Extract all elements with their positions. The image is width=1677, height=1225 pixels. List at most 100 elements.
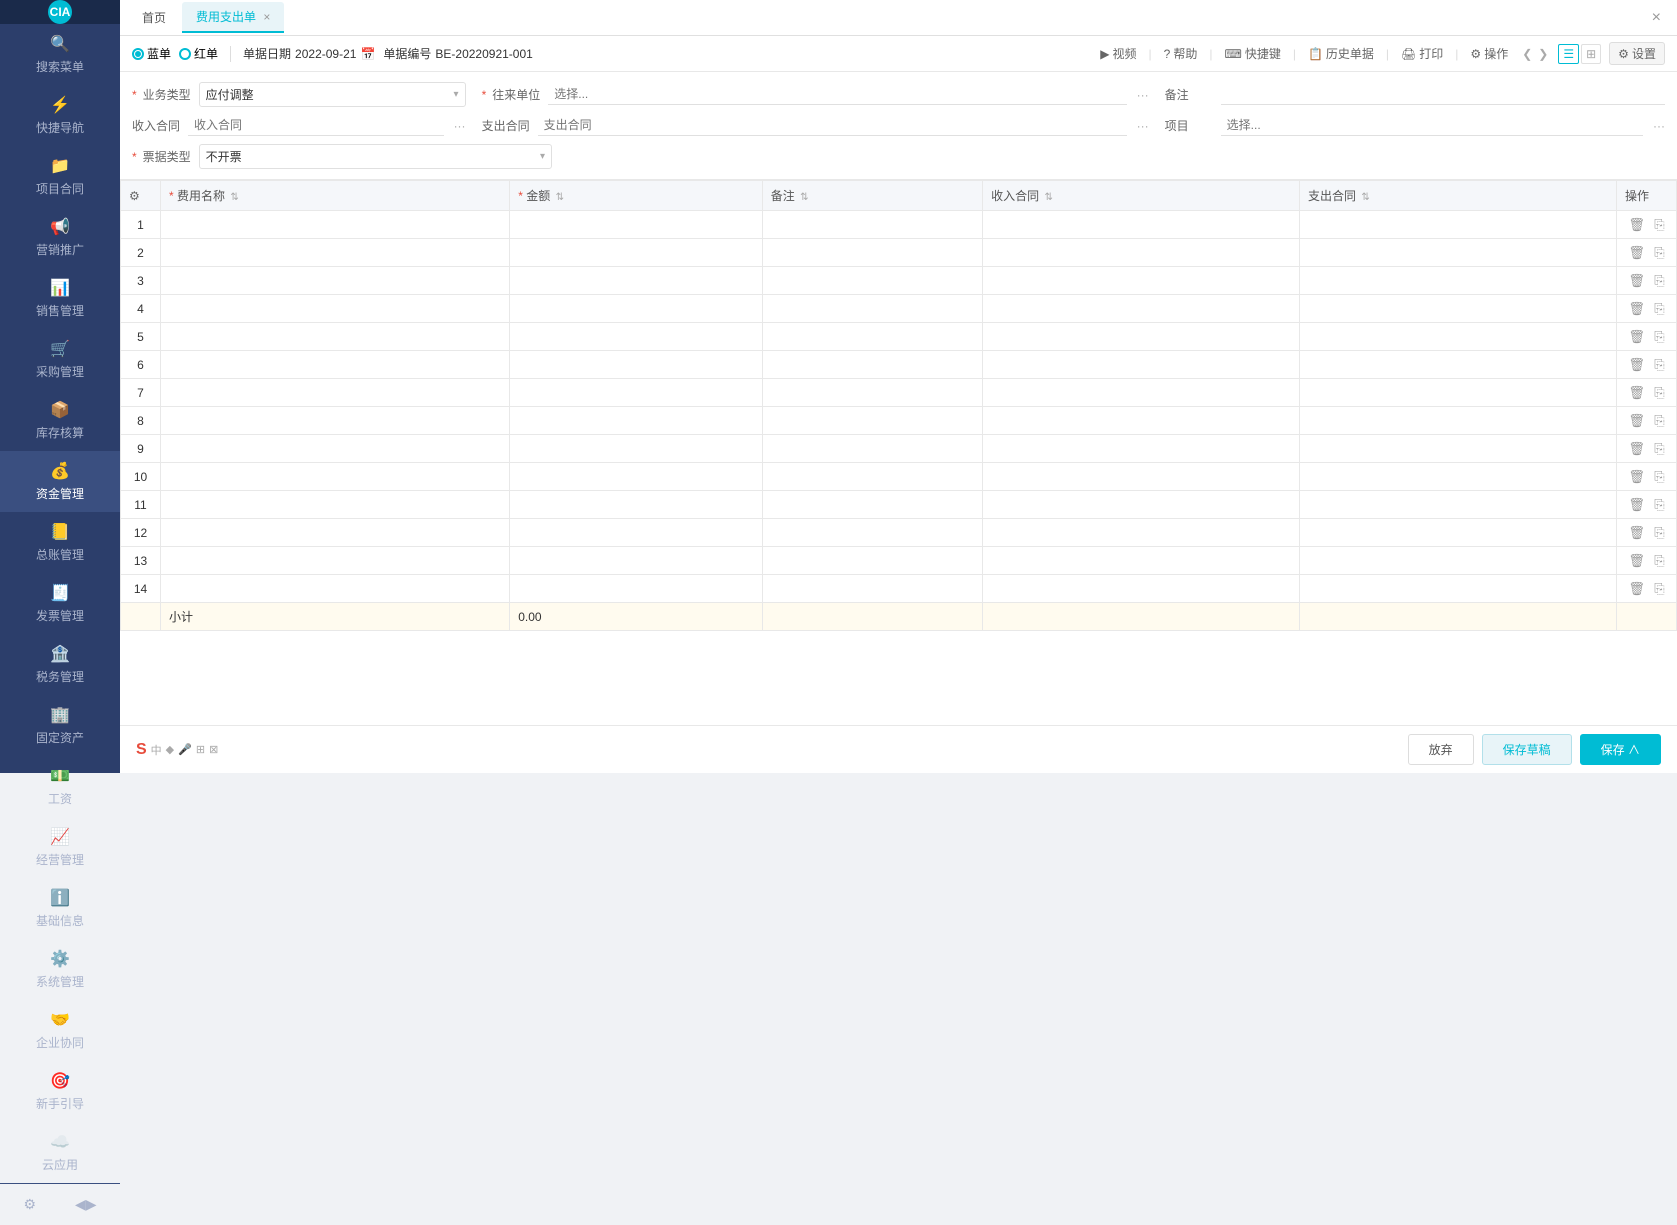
calendar-icon[interactable]: 📅 [360, 47, 375, 61]
cell-amount[interactable] [510, 323, 763, 351]
delete-row-button[interactable]: 🗑 [1628, 329, 1645, 344]
copy-row-button[interactable]: ⎘ [1654, 385, 1664, 400]
cell-amount[interactable] [510, 295, 763, 323]
nav-prev-button[interactable]: ❮ [1520, 45, 1534, 63]
history-button[interactable]: 📋 历史单据 [1304, 43, 1378, 64]
cell-amount[interactable] [510, 575, 763, 603]
cell-income-contract[interactable] [983, 435, 1300, 463]
sort-amount-icon[interactable]: ⇅ [556, 192, 564, 203]
cell-income-contract[interactable] [983, 491, 1300, 519]
sidebar-item-base[interactable]: ℹ️ 基础信息 [0, 878, 120, 939]
cell-remark[interactable] [762, 295, 982, 323]
save-draft-button[interactable]: 保存草稿 [1482, 734, 1572, 765]
shortcut-button[interactable]: ⌨ 快捷键 [1220, 43, 1284, 64]
cell-remark[interactable] [762, 463, 982, 491]
delete-row-button[interactable]: 🗑 [1628, 581, 1645, 596]
cell-name[interactable] [161, 547, 510, 575]
cell-remark[interactable] [762, 351, 982, 379]
notes-input[interactable] [1221, 84, 1665, 105]
cell-income-contract[interactable] [983, 519, 1300, 547]
sidebar-item-inventory[interactable]: 📦 库存核算 [0, 390, 120, 451]
sidebar-item-sales[interactable]: 📊 销售管理 [0, 268, 120, 329]
partner-input[interactable] [548, 84, 1126, 105]
cell-name[interactable] [161, 267, 510, 295]
cell-name[interactable] [161, 379, 510, 407]
save-button[interactable]: 保存 ∧ [1580, 734, 1661, 765]
sort-name-icon[interactable]: ⇅ [230, 192, 238, 203]
delete-row-button[interactable]: 🗑 [1628, 441, 1645, 456]
cell-name[interactable] [161, 463, 510, 491]
nav-next-button[interactable]: ❯ [1536, 45, 1550, 63]
cell-income-contract[interactable] [983, 211, 1300, 239]
cell-amount[interactable] [510, 351, 763, 379]
project-more-icon[interactable]: ··· [1653, 119, 1665, 133]
sidebar-item-funds[interactable]: 💰 资金管理 [0, 451, 120, 512]
cell-name[interactable] [161, 323, 510, 351]
cell-remark[interactable] [762, 267, 982, 295]
sort-expense-icon[interactable]: ⇅ [1361, 192, 1369, 203]
tab-expense[interactable]: 费用支出单 × [182, 2, 284, 33]
copy-row-button[interactable]: ⎘ [1654, 441, 1664, 456]
print-button[interactable]: 🖨 打印 [1397, 43, 1447, 64]
sidebar-item-enterprise[interactable]: 🤝 企业协同 [0, 1000, 120, 1061]
cell-expense-contract[interactable] [1300, 211, 1617, 239]
cell-expense-contract[interactable] [1300, 351, 1617, 379]
ops-button[interactable]: ⚙ 操作 [1466, 43, 1512, 64]
cell-amount[interactable] [510, 491, 763, 519]
sound-bottom-icon[interactable]: ◀▶ [71, 1192, 101, 1217]
cell-expense-contract[interactable] [1300, 547, 1617, 575]
cell-amount[interactable] [510, 519, 763, 547]
cell-remark[interactable] [762, 491, 982, 519]
cell-income-contract[interactable] [983, 351, 1300, 379]
cell-expense-contract[interactable] [1300, 323, 1617, 351]
cell-remark[interactable] [762, 239, 982, 267]
video-button[interactable]: ▶ 视频 [1096, 43, 1140, 64]
cell-name[interactable] [161, 575, 510, 603]
delete-row-button[interactable]: 🗑 [1628, 273, 1645, 288]
income-contract-input[interactable] [188, 115, 444, 136]
cell-expense-contract[interactable] [1300, 267, 1617, 295]
copy-row-button[interactable]: ⎘ [1654, 301, 1664, 316]
cell-amount[interactable] [510, 463, 763, 491]
cell-expense-contract[interactable] [1300, 463, 1617, 491]
cell-remark[interactable] [762, 519, 982, 547]
copy-row-button[interactable]: ⎘ [1654, 553, 1664, 568]
copy-row-button[interactable]: ⎘ [1654, 581, 1664, 596]
cell-name[interactable] [161, 295, 510, 323]
cell-income-contract[interactable] [983, 575, 1300, 603]
sidebar-item-project[interactable]: 📁 项目合同 [0, 146, 120, 207]
cell-amount[interactable] [510, 239, 763, 267]
sidebar-item-marketing[interactable]: 📢 营销推广 [0, 207, 120, 268]
invoice-type-select[interactable]: 不开票 ▾ [199, 144, 552, 169]
cell-income-contract[interactable] [983, 323, 1300, 351]
th-settings[interactable]: ⚙ [121, 181, 161, 211]
sidebar-item-salary[interactable]: 💵 工资 [0, 756, 120, 817]
cell-amount[interactable] [510, 547, 763, 575]
cell-expense-contract[interactable] [1300, 575, 1617, 603]
cell-amount[interactable] [510, 211, 763, 239]
cell-remark[interactable] [762, 379, 982, 407]
radio-red[interactable]: 红单 [179, 45, 218, 62]
table-settings-icon[interactable]: ⚙ [129, 189, 140, 203]
delete-row-button[interactable]: 🗑 [1628, 525, 1645, 540]
expense-contract-input[interactable] [538, 115, 1127, 136]
sidebar-item-cloudapp[interactable]: ☁️ 云应用 [0, 1122, 120, 1183]
copy-row-button[interactable]: ⎘ [1654, 469, 1664, 484]
project-input[interactable] [1221, 115, 1643, 136]
settings-button[interactable]: ⚙ 设置 [1609, 42, 1665, 65]
cell-name[interactable] [161, 211, 510, 239]
cell-remark[interactable] [762, 211, 982, 239]
cell-expense-contract[interactable] [1300, 407, 1617, 435]
sidebar-item-quicknav[interactable]: ⚡ 快捷导航 [0, 85, 120, 146]
cell-name[interactable] [161, 351, 510, 379]
cell-income-contract[interactable] [983, 239, 1300, 267]
settings-bottom-icon[interactable]: ⚙ [19, 1192, 40, 1217]
delete-row-button[interactable]: 🗑 [1628, 245, 1645, 260]
cell-expense-contract[interactable] [1300, 491, 1617, 519]
income-contract-more-icon[interactable]: ··· [454, 119, 466, 133]
cell-income-contract[interactable] [983, 379, 1300, 407]
copy-row-button[interactable]: ⎘ [1654, 245, 1664, 260]
cell-expense-contract[interactable] [1300, 239, 1617, 267]
cell-expense-contract[interactable] [1300, 519, 1617, 547]
sidebar-item-tax[interactable]: 🏦 税务管理 [0, 634, 120, 695]
